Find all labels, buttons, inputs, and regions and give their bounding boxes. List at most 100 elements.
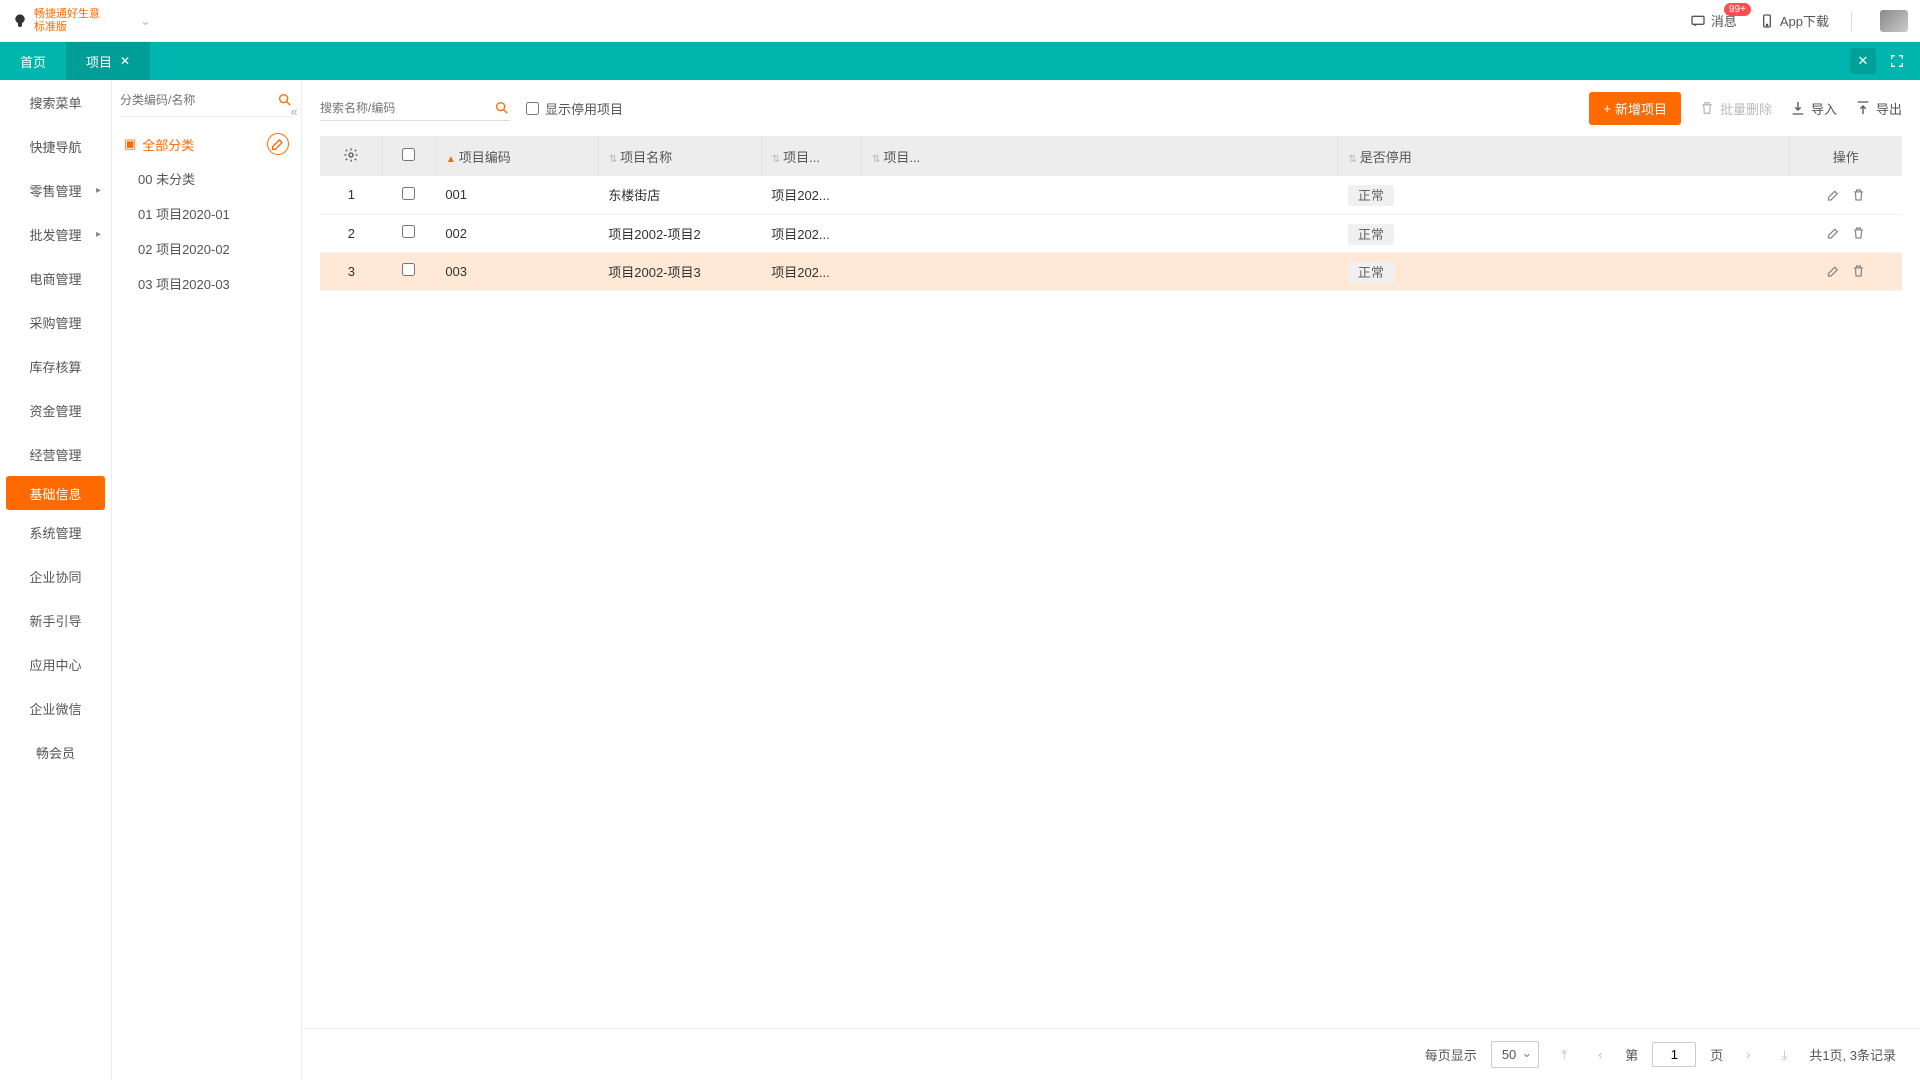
- delete-row-button[interactable]: [1851, 262, 1866, 280]
- delete-row-button[interactable]: [1851, 224, 1866, 242]
- tab-home[interactable]: 首页: [0, 42, 66, 80]
- add-project-button[interactable]: + 新增项目: [1589, 92, 1681, 125]
- close-all-tabs-button[interactable]: ✕: [1850, 48, 1876, 74]
- export-button[interactable]: 导出: [1855, 99, 1902, 118]
- export-icon: [1855, 100, 1871, 116]
- header-op-label: 操作: [1833, 150, 1859, 165]
- row-status: 正常: [1338, 214, 1789, 252]
- edit-category-button[interactable]: [267, 133, 289, 155]
- nav-item-12[interactable]: 新手引导: [0, 598, 111, 642]
- row-checkbox-cell: [383, 252, 436, 290]
- prev-page-button[interactable]: ‹: [1589, 1044, 1611, 1066]
- header-col1[interactable]: ⇅项目...: [761, 136, 861, 176]
- first-page-button[interactable]: ⤒: [1553, 1044, 1575, 1066]
- category-search-input[interactable]: [120, 93, 277, 107]
- fullscreen-button[interactable]: [1884, 48, 1910, 74]
- project-table: ▲项目编码 ⇅项目名称 ⇅项目... ⇅项目... ⇅是否停用 操作 1001东…: [320, 136, 1902, 291]
- header-name[interactable]: ⇅项目名称: [598, 136, 761, 176]
- row-status: 正常: [1338, 176, 1789, 214]
- nav-item-6[interactable]: 库存核算: [0, 344, 111, 388]
- show-disabled-checkbox[interactable]: 显示停用项目: [526, 99, 623, 118]
- category-item-2[interactable]: 02 项目2020-02: [120, 231, 293, 266]
- row-checkbox[interactable]: [402, 263, 415, 276]
- table-row[interactable]: 3003项目2002-项目3项目202...正常: [320, 252, 1902, 290]
- per-page-label: 每页显示: [1425, 1045, 1477, 1064]
- nav-item-13[interactable]: 应用中心: [0, 642, 111, 686]
- nav-item-8[interactable]: 经营管理: [0, 432, 111, 476]
- nav-item-5[interactable]: 采购管理: [0, 300, 111, 344]
- row-checkbox[interactable]: [402, 225, 415, 238]
- nav-item-11[interactable]: 企业协同: [0, 554, 111, 598]
- divider: [1851, 11, 1852, 31]
- header-code[interactable]: ▲项目编码: [435, 136, 598, 176]
- page-suffix: 页: [1710, 1045, 1723, 1064]
- header-status[interactable]: ⇅是否停用: [1338, 136, 1789, 176]
- app-download-button[interactable]: App下载: [1759, 11, 1829, 30]
- header-col2-label: 项目...: [883, 150, 920, 165]
- pagination-summary: 共1页, 3条记录: [1809, 1045, 1896, 1064]
- page-size-value: 50: [1502, 1047, 1516, 1062]
- edit-row-button[interactable]: [1826, 262, 1841, 280]
- edit-icon: [270, 136, 286, 152]
- collapse-sidebar-button[interactable]: «: [285, 102, 303, 120]
- nav-item-10[interactable]: 系统管理: [0, 510, 111, 554]
- edit-row-button[interactable]: [1826, 224, 1841, 242]
- tab-project[interactable]: 项目 ✕: [66, 42, 150, 80]
- search-icon[interactable]: [494, 100, 510, 116]
- add-label: 新增项目: [1615, 99, 1667, 118]
- trash-icon: [1699, 100, 1715, 116]
- category-item-0[interactable]: 00 未分类: [120, 161, 293, 196]
- logo-icon: [12, 13, 28, 29]
- search-input[interactable]: [320, 101, 494, 115]
- table-row[interactable]: 2002项目2002-项目2项目202...正常: [320, 214, 1902, 252]
- nav-item-9[interactable]: 基础信息: [6, 476, 105, 510]
- nav-item-0[interactable]: 搜索菜单: [0, 80, 111, 124]
- page-input[interactable]: [1652, 1042, 1696, 1067]
- avatar[interactable]: [1880, 10, 1908, 32]
- show-disabled-input[interactable]: [526, 102, 539, 115]
- nav-item-14[interactable]: 企业微信: [0, 686, 111, 730]
- row-name: 东楼街店: [598, 176, 761, 214]
- delete-row-button[interactable]: [1851, 186, 1866, 204]
- nav-item-3[interactable]: 批发管理▸: [0, 212, 111, 256]
- nav-item-7[interactable]: 资金管理: [0, 388, 111, 432]
- nav-item-15[interactable]: 畅会员: [0, 730, 111, 774]
- header-col2[interactable]: ⇅项目...: [862, 136, 1338, 176]
- edit-row-button[interactable]: [1826, 186, 1841, 204]
- nav-item-4[interactable]: 电商管理: [0, 256, 111, 300]
- select-all-header[interactable]: [383, 136, 436, 176]
- category-sidebar: ▣ 全部分类 00 未分类01 项目2020-0102 项目2020-0203 …: [112, 80, 302, 1080]
- import-button[interactable]: 导入: [1790, 99, 1837, 118]
- table-settings-header[interactable]: [320, 136, 383, 176]
- tab-project-label: 项目: [86, 52, 112, 71]
- status-badge: 正常: [1348, 224, 1394, 245]
- row-c1: 项目202...: [761, 214, 861, 252]
- messages-button[interactable]: 消息 99+: [1690, 11, 1737, 30]
- nav-item-1[interactable]: 快捷导航: [0, 124, 111, 168]
- category-root[interactable]: ▣ 全部分类: [120, 127, 293, 161]
- select-all-checkbox[interactable]: [402, 148, 415, 161]
- chevron-right-icon: ▸: [96, 185, 101, 196]
- row-index: 2: [320, 214, 383, 252]
- category-item-3[interactable]: 03 项目2020-03: [120, 266, 293, 301]
- row-c2: [862, 252, 1338, 290]
- batch-delete-button: 批量删除: [1699, 99, 1772, 118]
- tab-bar: 首页 项目 ✕ ✕: [0, 42, 1920, 80]
- close-icon[interactable]: ✕: [120, 54, 130, 68]
- page-prefix: 第: [1625, 1045, 1638, 1064]
- brand-name: 畅捷通好生意: [34, 8, 100, 20]
- store-selector[interactable]: ⌄: [124, 13, 304, 29]
- row-checkbox-cell: [383, 176, 436, 214]
- category-item-1[interactable]: 01 项目2020-01: [120, 196, 293, 231]
- table-row[interactable]: 1001东楼街店项目202...正常: [320, 176, 1902, 214]
- page-size-select[interactable]: 50: [1491, 1041, 1539, 1068]
- row-name: 项目2002-项目2: [598, 214, 761, 252]
- category-root-label: 全部分类: [142, 135, 194, 154]
- row-status: 正常: [1338, 252, 1789, 290]
- last-page-button[interactable]: ⤓: [1773, 1044, 1795, 1066]
- folder-icon: ▣: [124, 136, 136, 152]
- header-op: 操作: [1789, 136, 1902, 176]
- nav-item-2[interactable]: 零售管理▸: [0, 168, 111, 212]
- next-page-button[interactable]: ›: [1737, 1044, 1759, 1066]
- row-checkbox[interactable]: [402, 187, 415, 200]
